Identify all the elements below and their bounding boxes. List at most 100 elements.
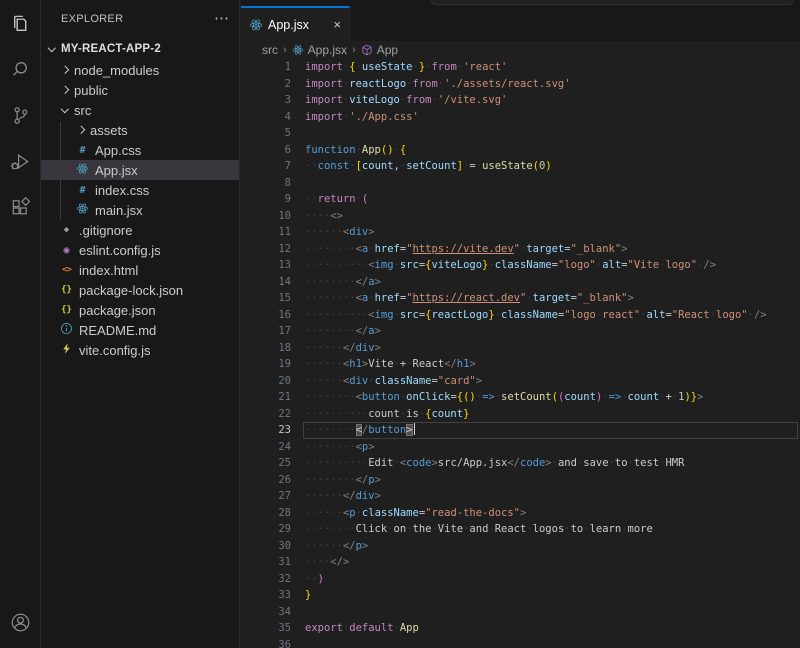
code-editor[interactable]: 1 import·{·useState·}·from·'react' 2 import…	[241, 59, 800, 648]
line-number: 14	[278, 275, 291, 288]
code-line-24[interactable]: 24 ········<p>	[241, 439, 800, 456]
tree-item-index-html[interactable]: <> index.html	[41, 260, 239, 280]
breadcrumbs: src › App.jsx › App	[241, 41, 800, 59]
tab-app-jsx[interactable]: App.jsx ×	[241, 6, 350, 41]
search-icon[interactable]	[0, 46, 40, 92]
tree-item-label: package.json	[79, 302, 156, 318]
code-line-11[interactable]: 11 ······<div>	[241, 224, 800, 241]
tree-indent-guide	[60, 122, 61, 220]
code-line-2[interactable]: 2 import·reactLogo·from·'./assets/react.s…	[241, 76, 800, 93]
tree-item--gitignore[interactable]: ◆ .gitignore	[41, 220, 239, 240]
code-line-27[interactable]: 27 ······</div>	[241, 488, 800, 505]
line-number: 21	[278, 391, 291, 403]
explorer-header: EXPLORER ⋯	[41, 0, 239, 38]
line-number: 33	[278, 589, 291, 601]
code-line-25[interactable]: 25 ··········Edit·<code>src/App.jsx</code…	[241, 455, 800, 472]
code-line-32[interactable]: 32 ··)	[241, 571, 800, 588]
tree-item-main-jsx[interactable]: main.jsx	[41, 200, 239, 220]
code-line-14[interactable]: 14 ········</a>	[241, 274, 800, 291]
line-content: import·'./App.css'	[305, 110, 419, 123]
line-content: ······<p·className="read-the-docs">	[305, 506, 527, 519]
eslint-file-icon: ◉	[63, 244, 70, 256]
project-root-row[interactable]: MY-REACT-APP-2	[41, 38, 239, 60]
code-line-17[interactable]: 17 ········</a>	[241, 323, 800, 340]
code-line-5[interactable]: 5	[241, 125, 800, 142]
close-icon[interactable]: ×	[333, 17, 341, 32]
line-content: ··········<img·src={reactLogo}·className…	[305, 308, 767, 321]
line-content: ········Click·on·the·Vite·and·React·logo…	[305, 523, 653, 535]
line-content: ······</p>	[305, 539, 369, 552]
code-line-18[interactable]: 18 ······</div>	[241, 340, 800, 357]
line-number: 30	[278, 539, 291, 552]
code-line-28[interactable]: 28 ······<p·className="read-the-docs">	[241, 505, 800, 522]
code-line-33[interactable]: 33}	[241, 587, 800, 604]
breadcrumb-app-jsx[interactable]: App.jsx	[292, 43, 347, 57]
tree-item-app-jsx[interactable]: App.jsx	[41, 160, 239, 180]
command-center-edge	[431, 0, 794, 5]
tree-item-package-json[interactable]: {} package.json	[41, 300, 239, 320]
code-line-34[interactable]: 34	[241, 604, 800, 621]
code-line-21[interactable]: 21 ········<button·onClick={()·=>·setCoun…	[241, 389, 800, 406]
extensions-icon[interactable]	[0, 184, 40, 230]
code-line-4[interactable]: 4 import·'./App.css'	[241, 109, 800, 126]
code-line-29[interactable]: 29 ········Click·on·the·Vite·and·React·lo…	[241, 521, 800, 538]
more-actions-icon[interactable]: ⋯	[214, 11, 229, 26]
tree-item-index-css[interactable]: # index.css	[41, 180, 239, 200]
line-number: 31	[278, 556, 291, 568]
run-debug-icon[interactable]	[0, 138, 40, 184]
code-line-20[interactable]: 20 ······<div·className="card">	[241, 373, 800, 390]
source-control-icon[interactable]	[0, 92, 40, 138]
tree-item-package-lock-json[interactable]: {} package-lock.json	[41, 280, 239, 300]
code-line-9[interactable]: 9 ··return·(	[241, 191, 800, 208]
code-line-6[interactable]: 6 function·App()·{	[241, 142, 800, 159]
breadcrumb-label: App.jsx	[307, 43, 348, 57]
tree-item-node-modules[interactable]: node_modules	[41, 60, 239, 80]
line-number: 24	[278, 440, 291, 453]
code-line-12[interactable]: 12 ········<a·href="https://vite.dev"·tar…	[241, 241, 800, 258]
tree-item-label: node_modules	[74, 62, 160, 78]
code-line-10[interactable]: 10 ····<>	[241, 208, 800, 225]
readme-file-icon	[59, 322, 74, 338]
code-line-31[interactable]: 31 ····</>	[241, 554, 800, 571]
line-number: 11	[278, 226, 291, 238]
tree-item-readme-md[interactable]: README.md	[41, 320, 239, 340]
line-number: 29	[278, 523, 291, 535]
account-icon[interactable]	[0, 602, 40, 642]
code-line-13[interactable]: 13 ··········<img·src={viteLogo}·classNam…	[241, 257, 800, 274]
line-number: 12	[278, 242, 291, 255]
line-content: }	[305, 589, 312, 601]
line-content: ··········<img·src={viteLogo}·className=…	[305, 259, 717, 271]
code-line-8[interactable]: 8	[241, 175, 800, 192]
tree-item-assets[interactable]: assets	[41, 120, 239, 140]
breadcrumb-label: src	[262, 43, 278, 57]
code-line-35[interactable]: 35 export·default·App	[241, 620, 800, 637]
line-content: ······<div·className="card">	[305, 374, 483, 387]
line-content: ··)	[305, 572, 324, 585]
titlebar-sliver	[241, 0, 800, 6]
tree-item-vite-config-js[interactable]: vite.config.js	[41, 340, 239, 360]
tree-item-label: src	[74, 102, 92, 118]
code-line-22[interactable]: 22 ··········count·is·{count}	[241, 406, 800, 423]
line-number: 10	[278, 209, 291, 222]
tree-item-app-css[interactable]: # App.css	[41, 140, 239, 160]
line-content: ········</button>	[305, 422, 415, 439]
code-line-16[interactable]: 16 ··········<img·src={reactLogo}·classNa…	[241, 307, 800, 324]
code-line-36[interactable]: 36	[241, 637, 800, 648]
tree-item-label: index.css	[95, 182, 150, 198]
code-line-7[interactable]: 7 ··const·[count,·setCount]·=·useState(0)	[241, 158, 800, 175]
code-line-26[interactable]: 26 ········</p>	[241, 472, 800, 489]
line-content: import·viteLogo·from·'/vite.svg'	[305, 94, 508, 106]
explorer-icon[interactable]	[0, 0, 40, 46]
code-line-23[interactable]: 23 ········</button>	[241, 422, 800, 439]
line-content: ········</p>	[305, 473, 381, 486]
breadcrumb-app[interactable]: App	[361, 43, 398, 57]
code-line-1[interactable]: 1 import·{·useState·}·from·'react'	[241, 59, 800, 76]
breadcrumb-src[interactable]: src	[262, 43, 278, 57]
tree-item-public[interactable]: public	[41, 80, 239, 100]
tree-item-eslint-config-js[interactable]: ◉ eslint.config.js	[41, 240, 239, 260]
code-line-3[interactable]: 3 import·viteLogo·from·'/vite.svg'	[241, 92, 800, 109]
code-line-19[interactable]: 19 ······<h1>Vite·+·React</h1>	[241, 356, 800, 373]
tree-item-src[interactable]: src	[41, 100, 239, 120]
code-line-30[interactable]: 30 ······</p>	[241, 538, 800, 555]
code-line-15[interactable]: 15 ········<a·href="https://react.dev"·ta…	[241, 290, 800, 307]
